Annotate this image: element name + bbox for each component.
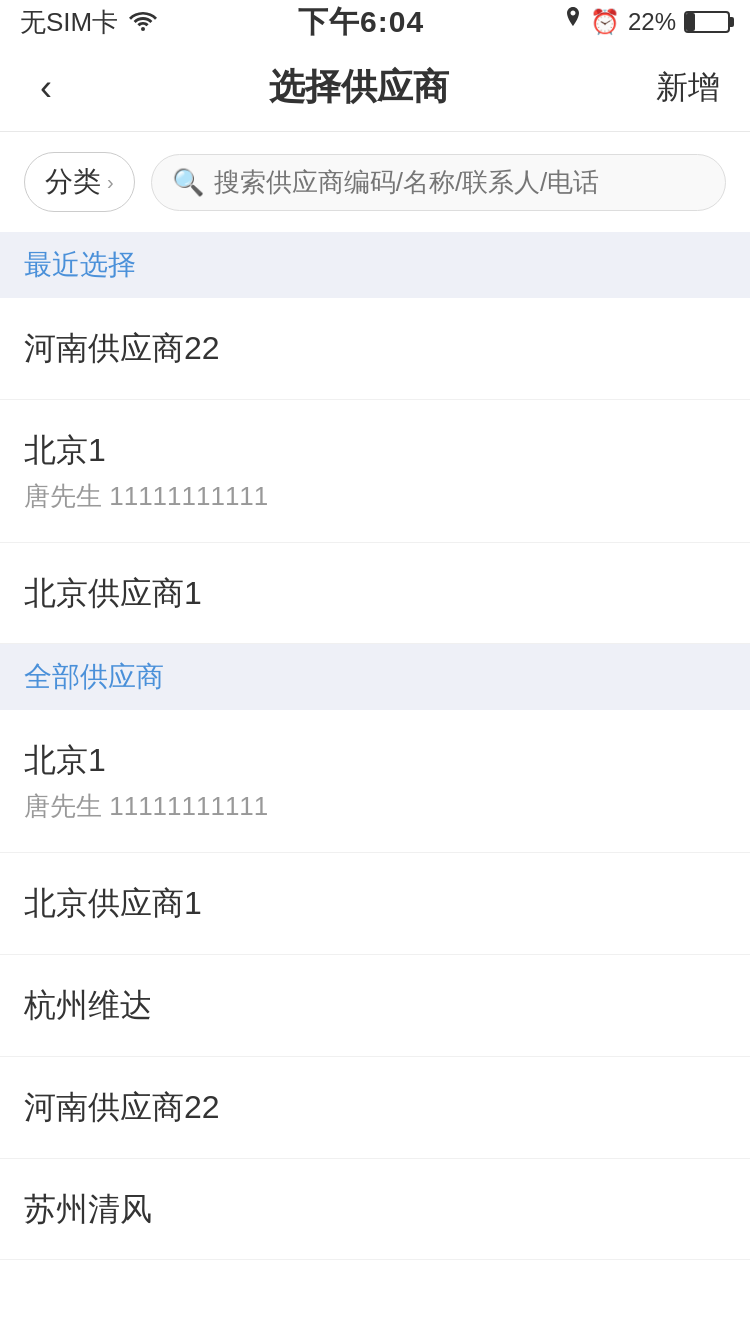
status-bar: 无SIM卡 下午6:04 ⏰ 22% xyxy=(0,0,750,44)
list-item[interactable]: 河南供应商22 xyxy=(0,298,750,400)
list-item[interactable]: 苏州清风 xyxy=(0,1159,750,1261)
page-title: 选择供应商 xyxy=(269,63,449,112)
battery-text: 22% xyxy=(628,8,676,36)
wifi-icon xyxy=(128,7,158,38)
item-name: 北京供应商1 xyxy=(24,571,726,616)
add-button[interactable]: 新增 xyxy=(656,66,720,110)
alarm-icon: ⏰ xyxy=(590,8,620,36)
sections-container: 最近选择河南供应商22 北京1 唐先生 11111111111 北京供应商1 全部供应商… xyxy=(0,232,750,1260)
item-name: 河南供应商22 xyxy=(24,1085,726,1130)
search-box[interactable]: 🔍 xyxy=(151,154,726,211)
section-header-all: 全部供应商 xyxy=(0,644,750,710)
item-name: 北京1 xyxy=(24,738,726,783)
filter-bar: 分类 › 🔍 xyxy=(0,132,750,232)
item-sub: 唐先生 11111111111 xyxy=(24,479,726,514)
carrier-text: 无SIM卡 xyxy=(20,5,118,40)
item-name: 北京1 xyxy=(24,428,726,473)
list-item[interactable]: 北京1 唐先生 11111111111 xyxy=(0,710,750,853)
location-icon xyxy=(564,7,582,37)
chevron-right-icon: › xyxy=(107,171,114,194)
section-header-recent: 最近选择 xyxy=(0,232,750,298)
item-name: 苏州清风 xyxy=(24,1187,726,1232)
list-item[interactable]: 河南供应商22 xyxy=(0,1057,750,1159)
back-button[interactable]: ‹ xyxy=(30,57,62,119)
list-item[interactable]: 北京供应商1 xyxy=(0,543,750,645)
status-left: 无SIM卡 xyxy=(20,5,158,40)
item-sub: 唐先生 11111111111 xyxy=(24,789,726,824)
status-right: ⏰ 22% xyxy=(564,7,730,37)
category-label: 分类 xyxy=(45,163,101,201)
status-time: 下午6:04 xyxy=(298,2,424,43)
battery-icon xyxy=(684,11,730,33)
list-item[interactable]: 北京1 唐先生 11111111111 xyxy=(0,400,750,543)
nav-bar: ‹ 选择供应商 新增 xyxy=(0,44,750,132)
list-item[interactable]: 杭州维达 xyxy=(0,955,750,1057)
item-name: 杭州维达 xyxy=(24,983,726,1028)
list-item[interactable]: 北京供应商1 xyxy=(0,853,750,955)
search-icon: 🔍 xyxy=(172,167,204,198)
item-name: 河南供应商22 xyxy=(24,326,726,371)
item-name: 北京供应商1 xyxy=(24,881,726,926)
category-filter[interactable]: 分类 › xyxy=(24,152,135,212)
search-input[interactable] xyxy=(214,167,705,198)
